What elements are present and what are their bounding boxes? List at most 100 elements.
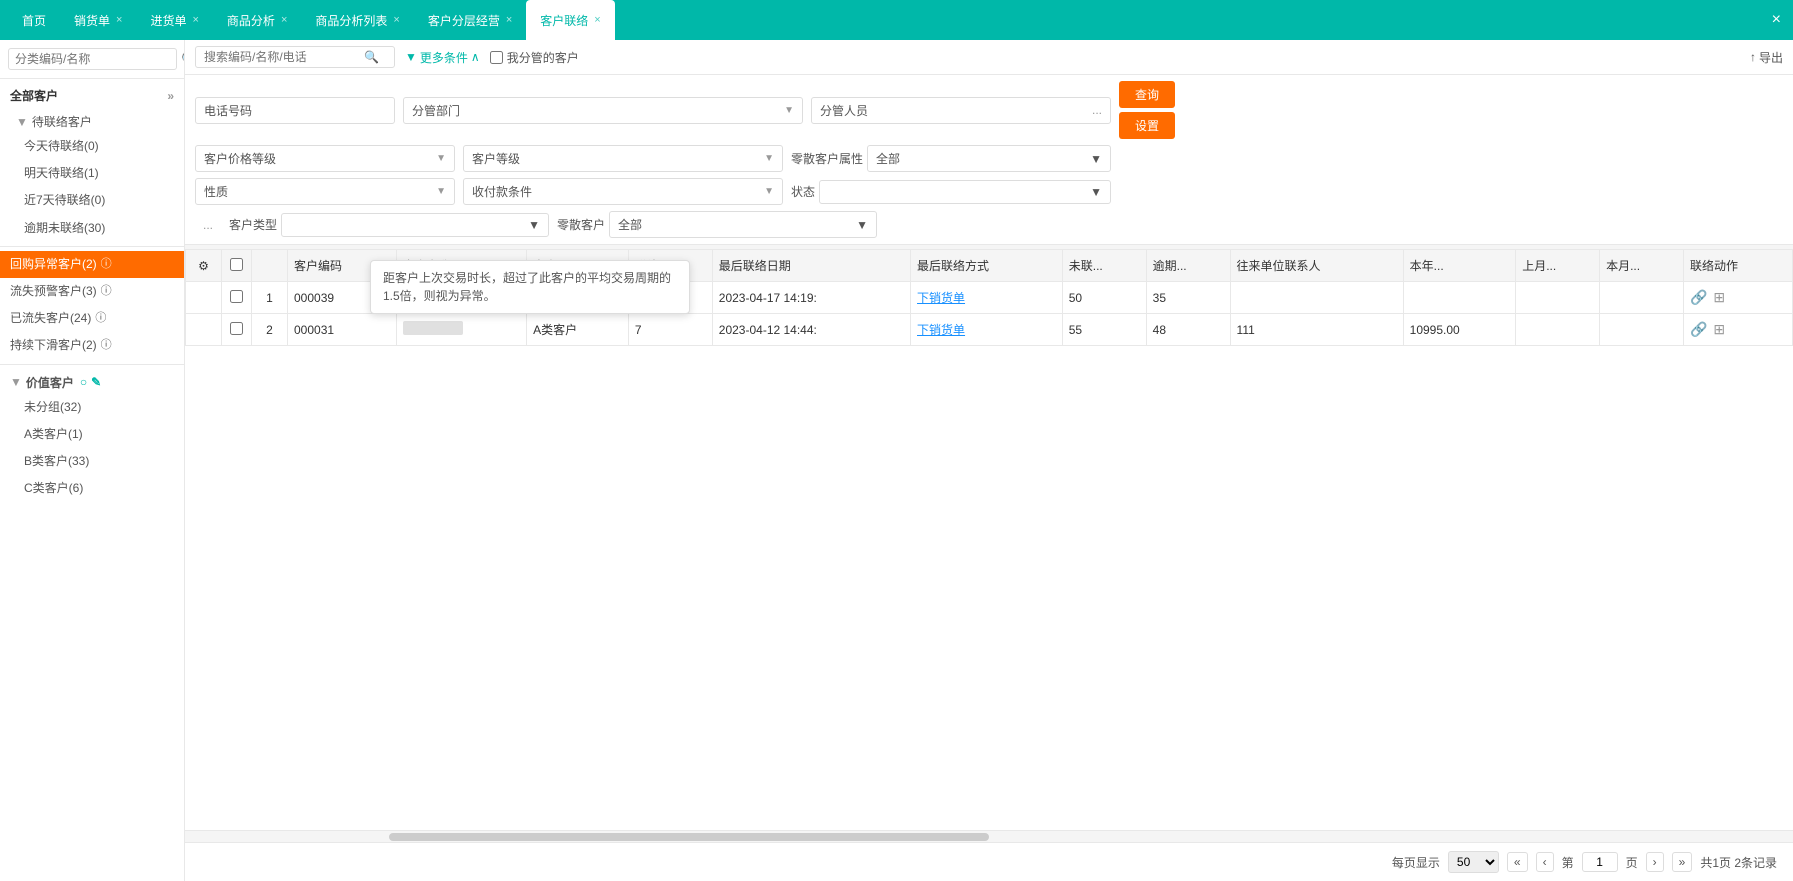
filter-more-dots[interactable]: ... — [195, 214, 221, 236]
filter-row-2: 客户价格等级 ▼ 客户等级 ▼ 零散客户属性 全部 ▼ — [195, 145, 1783, 172]
filter-dept-field[interactable]: 分管部门 ▼ — [403, 97, 803, 124]
row-grid-icon-1[interactable]: ⊞ — [1713, 321, 1725, 338]
row-link-icon-0[interactable]: 🔗 — [1690, 289, 1707, 306]
filter-staff-field[interactable]: 分管人员 ... — [811, 97, 1111, 124]
nav-home[interactable]: 首页 — [8, 0, 60, 40]
per-page-label: 每页显示 — [1392, 854, 1440, 871]
sidebar-item-overdue-pending[interactable]: 逾期未联络(30) — [0, 215, 184, 242]
value-customers-edit-icon[interactable]: ○ — [80, 375, 87, 389]
settings-button[interactable]: 设置 — [1119, 112, 1175, 139]
row-grid-icon-0[interactable]: ⊞ — [1713, 289, 1725, 306]
sidebar-item-continuous-down[interactable]: 持续下滑客户(2) ⓘ — [0, 332, 184, 359]
row-this-month-0 — [1600, 282, 1684, 314]
sidebar-item-already-lost[interactable]: 已流失客户(24) ⓘ — [0, 305, 184, 332]
export-button[interactable]: ↑ 导出 — [1750, 49, 1783, 66]
col-header-action: 联络动作 — [1683, 250, 1792, 282]
filter-row-3: 性质 ▼ 收付款条件 ▼ 状态 ▼ — [195, 178, 1783, 205]
window-close-button[interactable]: × — [1772, 11, 1781, 29]
filter-retail-attr-select[interactable]: 全部 ▼ — [867, 145, 1111, 172]
row-last-contact-link-1[interactable]: 下销货单 — [917, 323, 965, 337]
sidebar-value-customers-group[interactable]: ▼ 价值客户 ○ ✎ — [0, 369, 184, 394]
customer-type-dropdown-icon: ▼ — [528, 218, 540, 232]
nav-product-analysis-close[interactable]: × — [281, 14, 287, 26]
nav-sales-close[interactable]: × — [116, 14, 122, 26]
sidebar-item-7days-pending[interactable]: 近7天待联络(0) — [0, 187, 184, 214]
sidebar-item-tomorrow-pending[interactable]: 明天待联络(1) — [0, 160, 184, 187]
filter-search-icon[interactable]: 🔍 — [364, 50, 379, 64]
page-last-btn[interactable]: » — [1672, 852, 1693, 872]
row-actions-1[interactable]: 🔗 ⊞ — [1683, 314, 1792, 346]
nav-product-analysis-list[interactable]: 商品分析列表 × — [301, 0, 413, 40]
nav-purchase[interactable]: 进货单 × — [136, 0, 212, 40]
row-not-contact-0: 50 — [1062, 282, 1146, 314]
page-next-btn[interactable]: › — [1646, 852, 1664, 872]
staff-more-icon[interactable]: ... — [1092, 103, 1102, 117]
sidebar-item-repeat-abnormal[interactable]: 回购异常客户(2) ⓘ — [0, 251, 184, 278]
sidebar-collapse-icon[interactable]: » — [167, 89, 174, 103]
filter-search-box[interactable]: 🔍 — [195, 46, 395, 68]
sidebar-all-customers[interactable]: 全部客户 » — [0, 79, 184, 108]
sidebar-item-lost-pending[interactable]: 流失预警客户(3) ⓘ — [0, 278, 184, 305]
filter-gender-field[interactable]: 性质 ▼ — [195, 178, 455, 205]
already-lost-help-icon: ⓘ — [95, 310, 106, 328]
price-level-dropdown-icon: ▼ — [436, 153, 446, 164]
row-last-contact-method-1[interactable]: 下销货单 — [911, 314, 1063, 346]
page-number-input[interactable] — [1582, 852, 1618, 872]
per-page-select[interactable]: 50 10 20 100 — [1448, 851, 1499, 873]
col-header-num — [252, 250, 288, 282]
horizontal-scrollbar[interactable] — [185, 830, 1793, 842]
row-num-0: 1 — [252, 282, 288, 314]
page-suffix-label: 页 — [1626, 854, 1638, 871]
query-settings-btn-group: 查询 设置 — [1119, 81, 1175, 139]
filter-retail-customer-select[interactable]: 全部 ▼ — [609, 211, 877, 238]
nav-customer-tier[interactable]: 客户分层经营 × — [414, 0, 526, 40]
filter-my-customer[interactable]: 我分管的客户 — [490, 49, 579, 66]
filter-customer-level-field[interactable]: 客户等级 ▼ — [463, 145, 783, 172]
nav-purchase-close[interactable]: × — [192, 14, 198, 26]
my-customer-checkbox[interactable] — [490, 51, 503, 64]
filter-status-select[interactable]: ▼ — [819, 180, 1111, 204]
col-header-check[interactable] — [222, 250, 252, 282]
nav-customer-contact-close[interactable]: × — [594, 14, 600, 26]
filter-price-level-field[interactable]: 客户价格等级 ▼ — [195, 145, 455, 172]
sidebar-search-input[interactable] — [8, 48, 177, 70]
value-customers-config-icon[interactable]: ✎ — [91, 375, 101, 389]
nav-customer-contact[interactable]: 客户联络 × — [526, 0, 614, 40]
row-last-contact-link-0[interactable]: 下销货单 — [917, 291, 965, 305]
filter-payment-field[interactable]: 收付款条件 ▼ — [463, 178, 783, 205]
page-first-btn[interactable]: « — [1507, 852, 1528, 872]
select-all-checkbox[interactable] — [230, 258, 243, 271]
col-header-settings[interactable]: ⚙ — [186, 250, 222, 282]
col-header-this-month: 本月... — [1600, 250, 1684, 282]
scrollbar-thumb[interactable] — [389, 833, 989, 841]
row-link-icon-1[interactable]: 🔗 — [1690, 321, 1707, 338]
filter-customer-type-select[interactable]: ▼ — [281, 213, 549, 237]
nav-sales[interactable]: 销货单 × — [60, 0, 136, 40]
sidebar-item-a-class[interactable]: A类客户(1) — [0, 421, 184, 448]
filter-phone-field[interactable]: 电话号码 — [195, 97, 395, 124]
sidebar-item-b-class[interactable]: B类客户(33) — [0, 448, 184, 475]
filter-search-input[interactable] — [204, 50, 364, 64]
sidebar-pending-group[interactable]: ▼ 待联络客户 — [0, 108, 184, 133]
sidebar-item-today-pending[interactable]: 今天待联络(0) — [0, 133, 184, 160]
export-icon: ↑ — [1750, 50, 1756, 64]
row-check-1[interactable] — [222, 314, 252, 346]
sidebar-item-c-class[interactable]: C类客户(6) — [0, 475, 184, 502]
sidebar-item-ungroup[interactable]: 未分组(32) — [0, 394, 184, 421]
all-customers-label: 全部客户 — [10, 87, 58, 104]
row-settings-1 — [186, 314, 222, 346]
payment-dropdown-icon: ▼ — [764, 186, 774, 197]
row-actions-0[interactable]: 🔗 ⊞ — [1683, 282, 1792, 314]
nav-product-analysis[interactable]: 商品分析 × — [213, 0, 301, 40]
row-last-contact-method-0[interactable]: 下销货单 — [911, 282, 1063, 314]
nav-product-list-close[interactable]: × — [393, 14, 399, 26]
row-check-0[interactable] — [222, 282, 252, 314]
filter-bar: 🔍 ▼ 更多条件 ∧ 我分管的客户 ↑ 导出 — [185, 40, 1793, 75]
row-checkbox-0[interactable] — [230, 290, 243, 303]
filter-more-conditions[interactable]: ▼ 更多条件 ∧ — [405, 49, 480, 66]
page-prev-btn[interactable]: ‹ — [1536, 852, 1554, 872]
query-button[interactable]: 查询 — [1119, 81, 1175, 108]
row-checkbox-1[interactable] — [230, 322, 243, 335]
filter-more-arrow: ∧ — [471, 50, 480, 64]
nav-customer-tier-close[interactable]: × — [506, 14, 512, 26]
